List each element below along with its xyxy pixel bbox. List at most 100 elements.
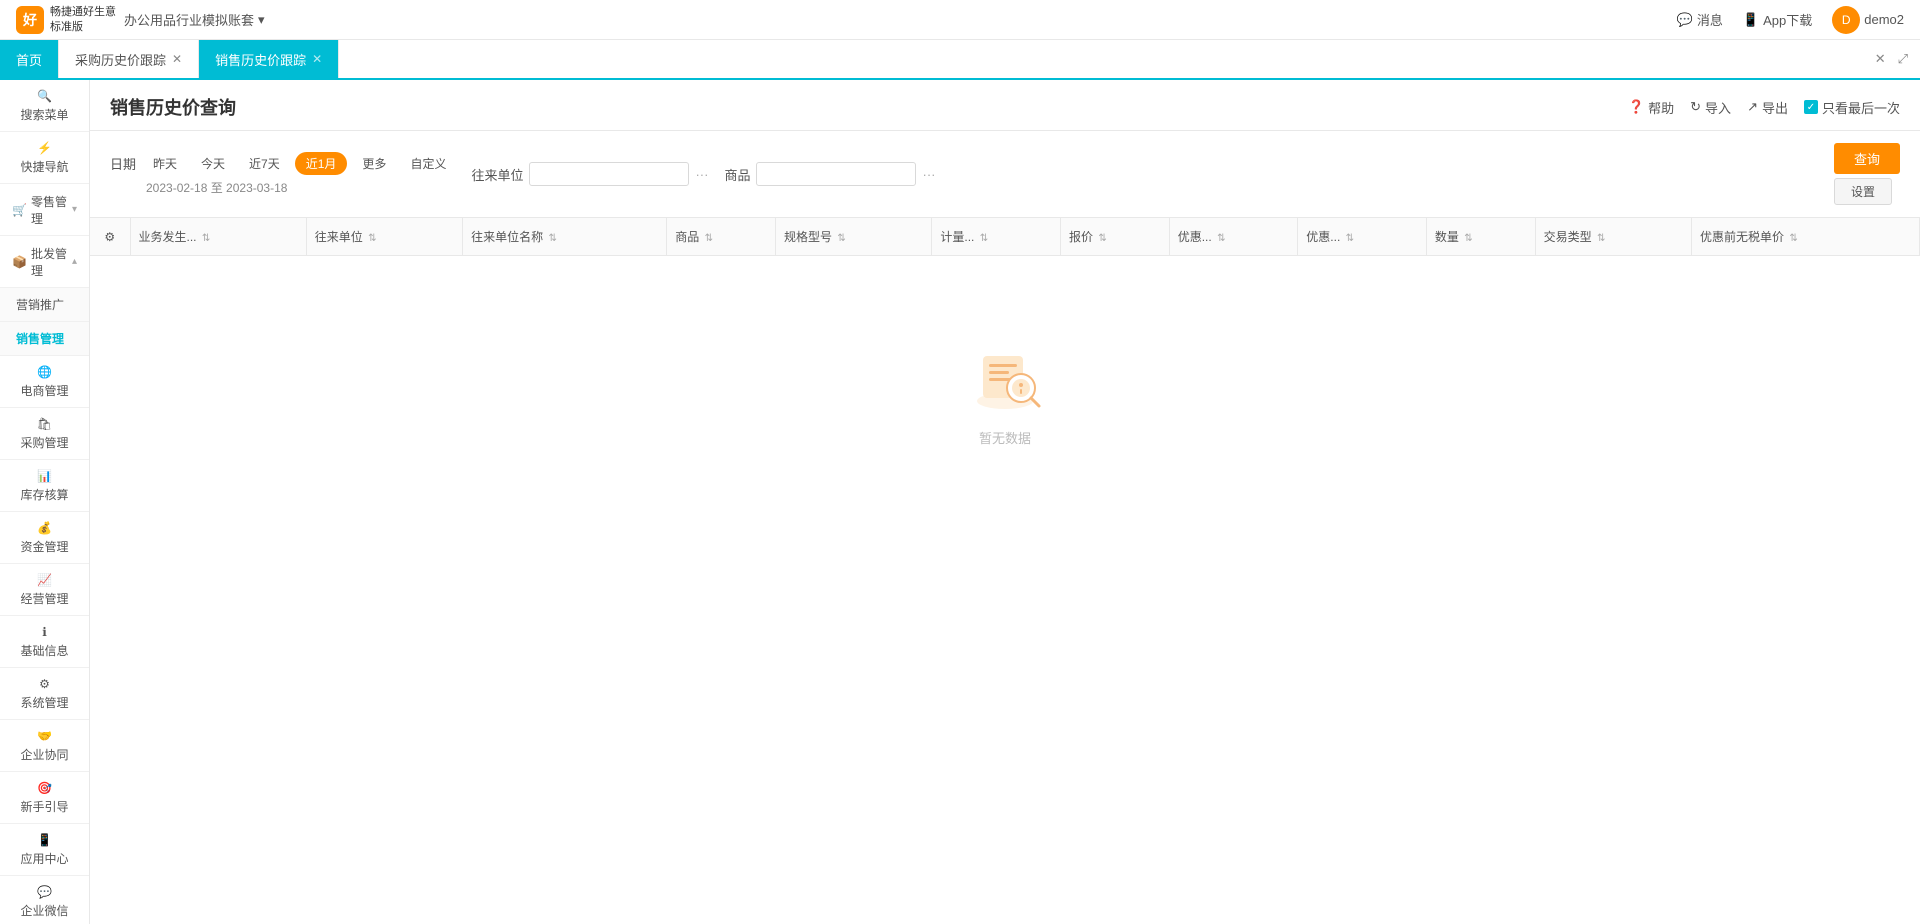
only-last-checkbox[interactable]: ✓ — [1804, 100, 1818, 114]
ecommerce-icon: 🌐 — [37, 365, 52, 379]
app-download-btn[interactable]: 📱 App下载 — [1743, 10, 1812, 29]
sidebar-item-inventory[interactable]: 📊 库存核算 — [0, 460, 89, 512]
tab-purchase-close[interactable]: ✕ — [172, 53, 182, 65]
logo-area: 好 畅捷通好生意 标准版 — [16, 5, 116, 34]
date-btn-more[interactable]: 更多 — [353, 152, 395, 175]
query-button[interactable]: 查询 — [1834, 143, 1900, 174]
col-partner-code[interactable]: 往来单位 ⇅ — [306, 218, 462, 256]
sidebar-item-basic-info[interactable]: ℹ 基础信息 — [0, 616, 89, 668]
col-discount1[interactable]: 优惠... ⇅ — [1169, 218, 1298, 256]
page-title-actions: ❓ 帮助 ↻ 导入 ↗ 导出 ✓ 只看最后一次 — [1628, 98, 1900, 117]
date-btn-last1m[interactable]: 近1月 — [295, 152, 348, 175]
sidebar-item-operations[interactable]: 📈 经营管理 — [0, 564, 89, 616]
sidebar-item-enterprise-wechat[interactable]: 💬 企业微信 — [0, 876, 89, 924]
export-icon: ↗ — [1747, 99, 1758, 115]
empty-text: 暂无数据 — [979, 428, 1031, 447]
logo-text: 畅捷通好生意 标准版 — [50, 5, 116, 34]
import-btn[interactable]: ↻ 导入 — [1690, 98, 1731, 117]
date-range-display: 2023-02-18 至 2023-03-18 — [146, 179, 455, 196]
col-trade-type[interactable]: 交易类型 ⇅ — [1535, 218, 1691, 256]
chevron-down-icon: ▾ — [72, 204, 77, 215]
help-btn[interactable]: ❓ 帮助 — [1628, 98, 1674, 117]
product-dots[interactable]: ··· — [922, 167, 935, 182]
tab-home[interactable]: 首页 — [0, 40, 59, 78]
sidebar-item-purchase[interactable]: 🛍 采购管理 — [0, 408, 89, 460]
sidebar-item-enterprise-collab[interactable]: 🤝 企业协同 — [0, 720, 89, 772]
col-settings[interactable]: ⚙ — [90, 218, 130, 256]
product-filter-group: 商品 ··· — [724, 162, 935, 186]
sort-partner-code-icon: ⇅ — [368, 233, 376, 244]
import-icon: ↻ — [1690, 99, 1701, 115]
filter-area: 日期 昨天 今天 近7天 近1月 更多 自定义 2023-02-18 至 202… — [90, 131, 1920, 218]
sidebar-item-quick-nav[interactable]: ⚡ 快捷导航 — [0, 132, 89, 184]
search-menu-icon: 🔍 — [37, 89, 52, 103]
table-container: ⚙ 业务发生... ⇅ 往来单位 ⇅ 往来单位名称 — [90, 218, 1920, 924]
sort-trade-type-icon: ⇅ — [1597, 233, 1605, 244]
date-btn-today[interactable]: 今天 — [192, 152, 234, 175]
partner-label: 往来单位 — [471, 165, 523, 184]
sidebar-item-search-menu[interactable]: 🔍 搜索菜单 — [0, 80, 89, 132]
filter-right-actions: 查询 设置 — [1834, 143, 1900, 205]
sort-product-icon: ⇅ — [705, 233, 713, 244]
sidebar-sub-marketing[interactable]: 营销推广 — [0, 288, 89, 322]
col-quoted-price[interactable]: 报价 ⇅ — [1060, 218, 1169, 256]
sidebar-sub-sales-mgmt[interactable]: 销售管理 — [0, 322, 89, 356]
main-layout: 🔍 搜索菜单 ⚡ 快捷导航 🛒 零售管理 ▾ 📦 批发管理 ▴ 营销推广 销售管 — [0, 80, 1920, 924]
finance-icon: 💰 — [37, 521, 52, 535]
product-input[interactable] — [756, 162, 916, 186]
collab-icon: 🤝 — [37, 729, 52, 743]
top-header: 好 畅捷通好生意 标准版 办公用品行业模拟账套 ▾ 💬 消息 📱 App下载 D… — [0, 0, 1920, 40]
date-btn-custom[interactable]: 自定义 — [401, 152, 455, 175]
sort-biz-date-icon: ⇅ — [202, 233, 210, 244]
partner-dots[interactable]: ··· — [695, 167, 708, 182]
sort-partner-name-icon: ⇅ — [549, 233, 557, 244]
col-biz-date[interactable]: 业务发生... ⇅ — [130, 218, 306, 256]
product-label: 商品 — [724, 165, 750, 184]
sidebar-item-new-user[interactable]: 🎯 新手引导 — [0, 772, 89, 824]
col-quantity[interactable]: 数量 ⇅ — [1426, 218, 1535, 256]
breadcrumb-label: 办公用品行业模拟账套 — [124, 10, 254, 29]
page-title-bar: 销售历史价查询 ❓ 帮助 ↻ 导入 ↗ 导出 ✓ — [90, 80, 1920, 131]
message-icon: 💬 — [1677, 12, 1693, 28]
help-icon: ❓ — [1628, 99, 1644, 115]
tab-maximize-icon[interactable]: ⤢ — [1898, 51, 1908, 67]
date-label: 日期 — [110, 154, 136, 173]
settings-button[interactable]: 设置 — [1834, 178, 1892, 205]
data-table: ⚙ 业务发生... ⇅ 往来单位 ⇅ 往来单位名称 — [90, 218, 1920, 256]
sort-spec-icon: ⇅ — [837, 233, 845, 244]
sidebar-item-system[interactable]: ⚙ 系统管理 — [0, 668, 89, 720]
sort-discount1-icon: ⇅ — [1217, 233, 1225, 244]
col-discount2[interactable]: 优惠... ⇅ — [1298, 218, 1427, 256]
tab-purchase-history[interactable]: 采购历史价跟踪 ✕ — [59, 40, 199, 78]
operations-icon: 📈 — [37, 573, 52, 587]
empty-illustration — [965, 336, 1045, 416]
sidebar-item-finance[interactable]: 💰 资金管理 — [0, 512, 89, 564]
col-partner-name[interactable]: 往来单位名称 ⇅ — [463, 218, 667, 256]
chevron-up-icon: ▴ — [72, 256, 77, 267]
sidebar-item-app-center[interactable]: 📱 应用中心 — [0, 824, 89, 876]
sort-unit-icon: ⇅ — [980, 233, 988, 244]
col-pre-tax-price[interactable]: 优惠前无税单价 ⇅ — [1692, 218, 1920, 256]
tab-bar: 首页 采购历史价跟踪 ✕ 销售历史价跟踪 ✕ ✕ ⤢ — [0, 40, 1920, 80]
tab-sales-close[interactable]: ✕ — [312, 53, 322, 65]
sidebar-item-ecommerce[interactable]: 🌐 电商管理 — [0, 356, 89, 408]
col-product[interactable]: 商品 ⇅ — [667, 218, 776, 256]
only-last-checkbox-area[interactable]: ✓ 只看最后一次 — [1804, 98, 1900, 117]
table-header-row: ⚙ 业务发生... ⇅ 往来单位 ⇅ 往来单位名称 — [90, 218, 1920, 256]
date-btn-yesterday[interactable]: 昨天 — [144, 152, 186, 175]
wholesale-icon: 📦 — [12, 255, 27, 269]
export-btn[interactable]: ↗ 导出 — [1747, 98, 1788, 117]
col-unit[interactable]: 计量... ⇅ — [932, 218, 1061, 256]
tab-close-all-icon[interactable]: ✕ — [1875, 51, 1886, 67]
sidebar-item-wholesale-mgmt[interactable]: 📦 批发管理 ▴ — [0, 236, 89, 288]
sort-discount2-icon: ⇅ — [1346, 233, 1354, 244]
partner-filter-group: 往来单位 ··· — [471, 162, 708, 186]
tab-sales-history[interactable]: 销售历史价跟踪 ✕ — [199, 40, 339, 78]
date-btn-last7[interactable]: 近7天 — [240, 152, 289, 175]
user-btn[interactable]: D demo2 — [1832, 6, 1904, 34]
partner-input[interactable] — [529, 162, 689, 186]
message-btn[interactable]: 💬 消息 — [1677, 10, 1723, 29]
sidebar-item-retail-mgmt[interactable]: 🛒 零售管理 ▾ — [0, 184, 89, 236]
breadcrumb-dropdown[interactable]: 办公用品行业模拟账套 ▾ — [124, 10, 265, 29]
col-spec[interactable]: 规格型号 ⇅ — [775, 218, 931, 256]
